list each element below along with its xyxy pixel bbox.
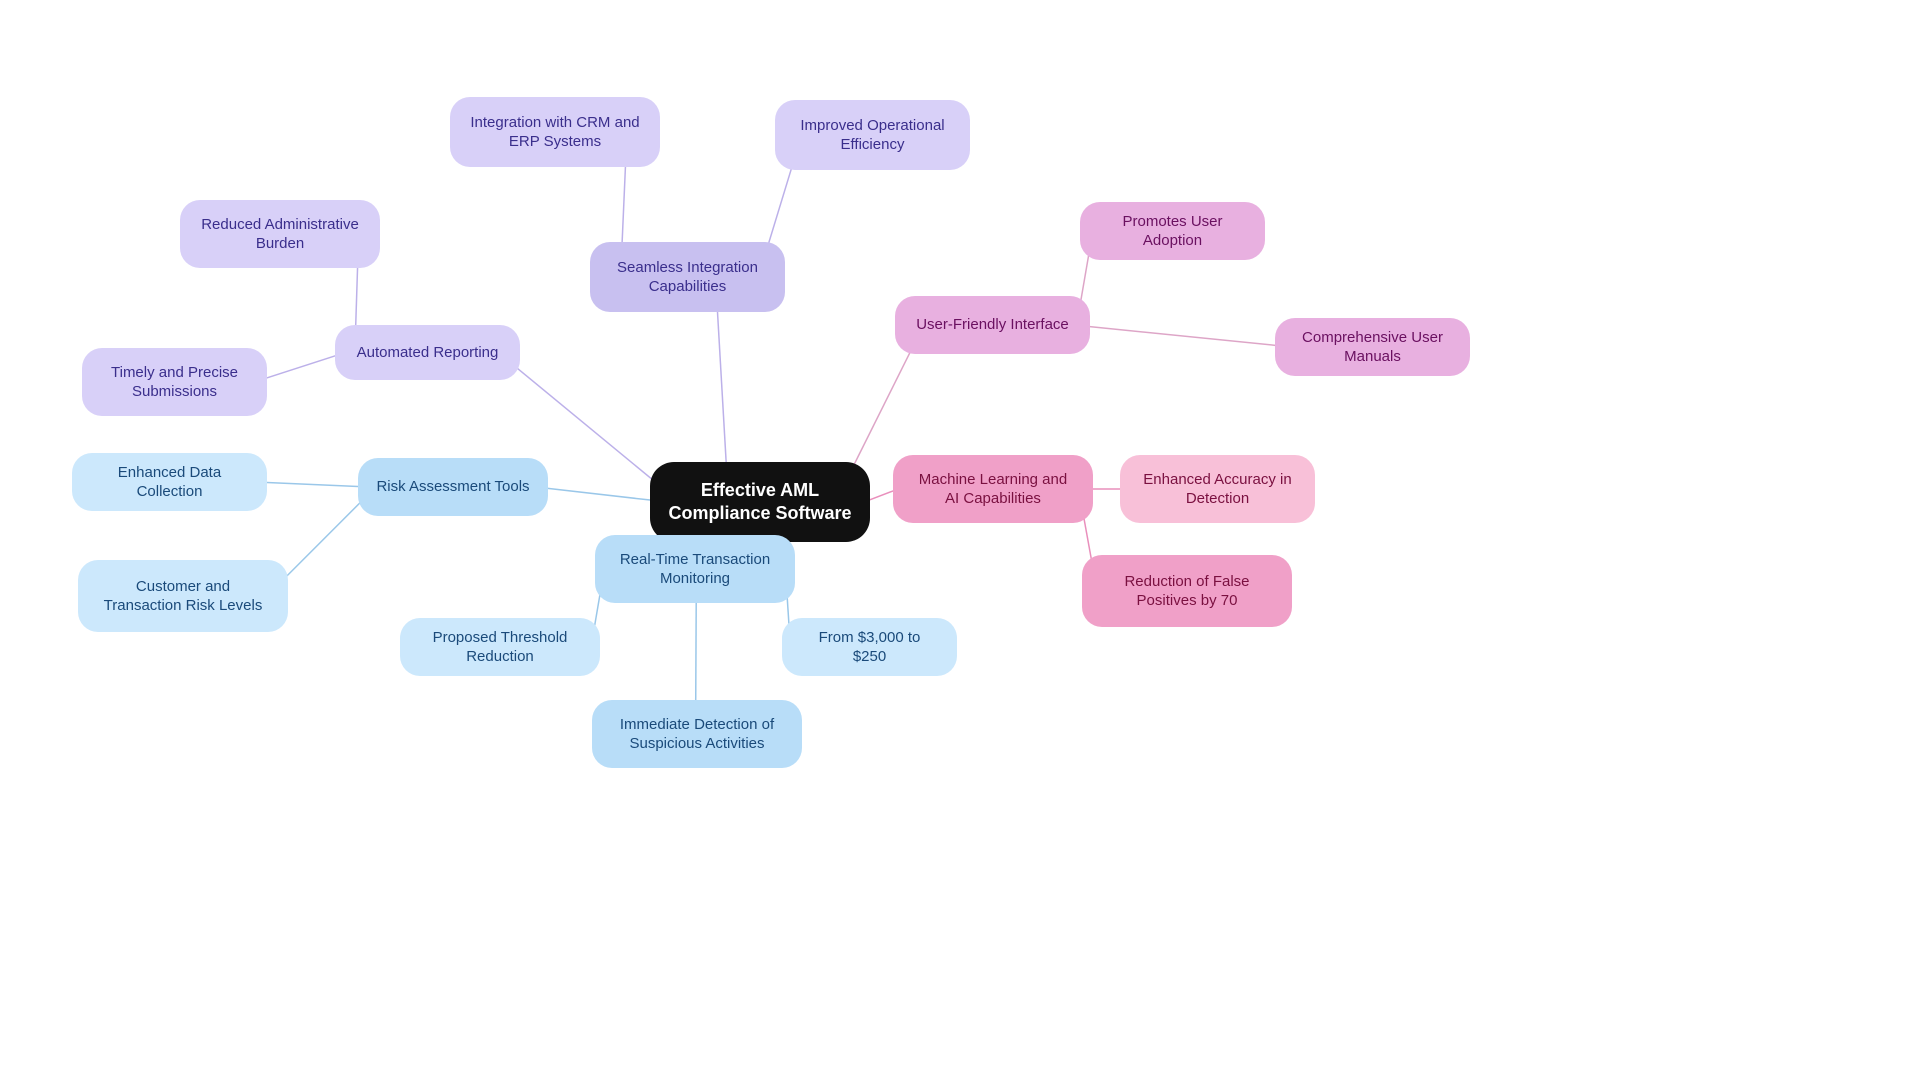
promotes-adoption-node: Promotes User Adoption: [1080, 202, 1265, 260]
immediate-detection-label: Immediate Detection of Suspicious Activi…: [610, 715, 784, 754]
from-3000-label: From $3,000 to $250: [800, 628, 939, 667]
reduced-admin-label: Reduced Administrative Burden: [198, 215, 362, 254]
risk-assessment-node: Risk Assessment Tools: [358, 458, 548, 516]
timely-submissions-node: Timely and Precise Submissions: [82, 348, 267, 416]
user-friendly-label: User-Friendly Interface: [916, 315, 1069, 335]
realtime-monitoring-node: Real-Time Transaction Monitoring: [595, 535, 795, 603]
promotes-adoption-label: Promotes User Adoption: [1098, 212, 1247, 251]
seamless-integration-node: Seamless Integration Capabilities: [590, 242, 785, 312]
false-positives-node: Reduction of False Positives by 70: [1082, 555, 1292, 627]
realtime-monitoring-label: Real-Time Transaction Monitoring: [613, 550, 777, 589]
automated-reporting-node: Automated Reporting: [335, 325, 520, 380]
automated-reporting-label: Automated Reporting: [357, 343, 499, 363]
user-friendly-node: User-Friendly Interface: [895, 296, 1090, 354]
enhanced-accuracy-node: Enhanced Accuracy in Detection: [1120, 455, 1315, 523]
false-positives-label: Reduction of False Positives by 70: [1100, 572, 1274, 611]
risk-assessment-label: Risk Assessment Tools: [376, 477, 529, 497]
proposed-threshold-node: Proposed Threshold Reduction: [400, 618, 600, 676]
ml-ai-label: Machine Learning and AI Capabilities: [911, 470, 1075, 509]
improved-ops-label: Improved Operational Efficiency: [793, 116, 952, 155]
customer-risk-node: Customer and Transaction Risk Levels: [78, 560, 288, 632]
seamless-integration-label: Seamless Integration Capabilities: [608, 258, 767, 297]
enhanced-accuracy-label: Enhanced Accuracy in Detection: [1138, 470, 1297, 509]
center-label: Effective AML Compliance Software: [668, 479, 852, 526]
customer-risk-label: Customer and Transaction Risk Levels: [96, 577, 270, 616]
proposed-threshold-label: Proposed Threshold Reduction: [418, 628, 582, 667]
ml-ai-node: Machine Learning and AI Capabilities: [893, 455, 1093, 523]
center-node: Effective AML Compliance Software: [650, 462, 870, 542]
user-manuals-node: Comprehensive User Manuals: [1275, 318, 1470, 376]
user-manuals-label: Comprehensive User Manuals: [1293, 328, 1452, 367]
improved-ops-node: Improved Operational Efficiency: [775, 100, 970, 170]
immediate-detection-node: Immediate Detection of Suspicious Activi…: [592, 700, 802, 768]
enhanced-data-label: Enhanced Data Collection: [90, 463, 249, 502]
reduced-admin-node: Reduced Administrative Burden: [180, 200, 380, 268]
timely-submissions-label: Timely and Precise Submissions: [100, 363, 249, 402]
from-3000-node: From $3,000 to $250: [782, 618, 957, 676]
integration-crm-node: Integration with CRM and ERP Systems: [450, 97, 660, 167]
enhanced-data-node: Enhanced Data Collection: [72, 453, 267, 511]
integration-crm-label: Integration with CRM and ERP Systems: [468, 113, 642, 152]
